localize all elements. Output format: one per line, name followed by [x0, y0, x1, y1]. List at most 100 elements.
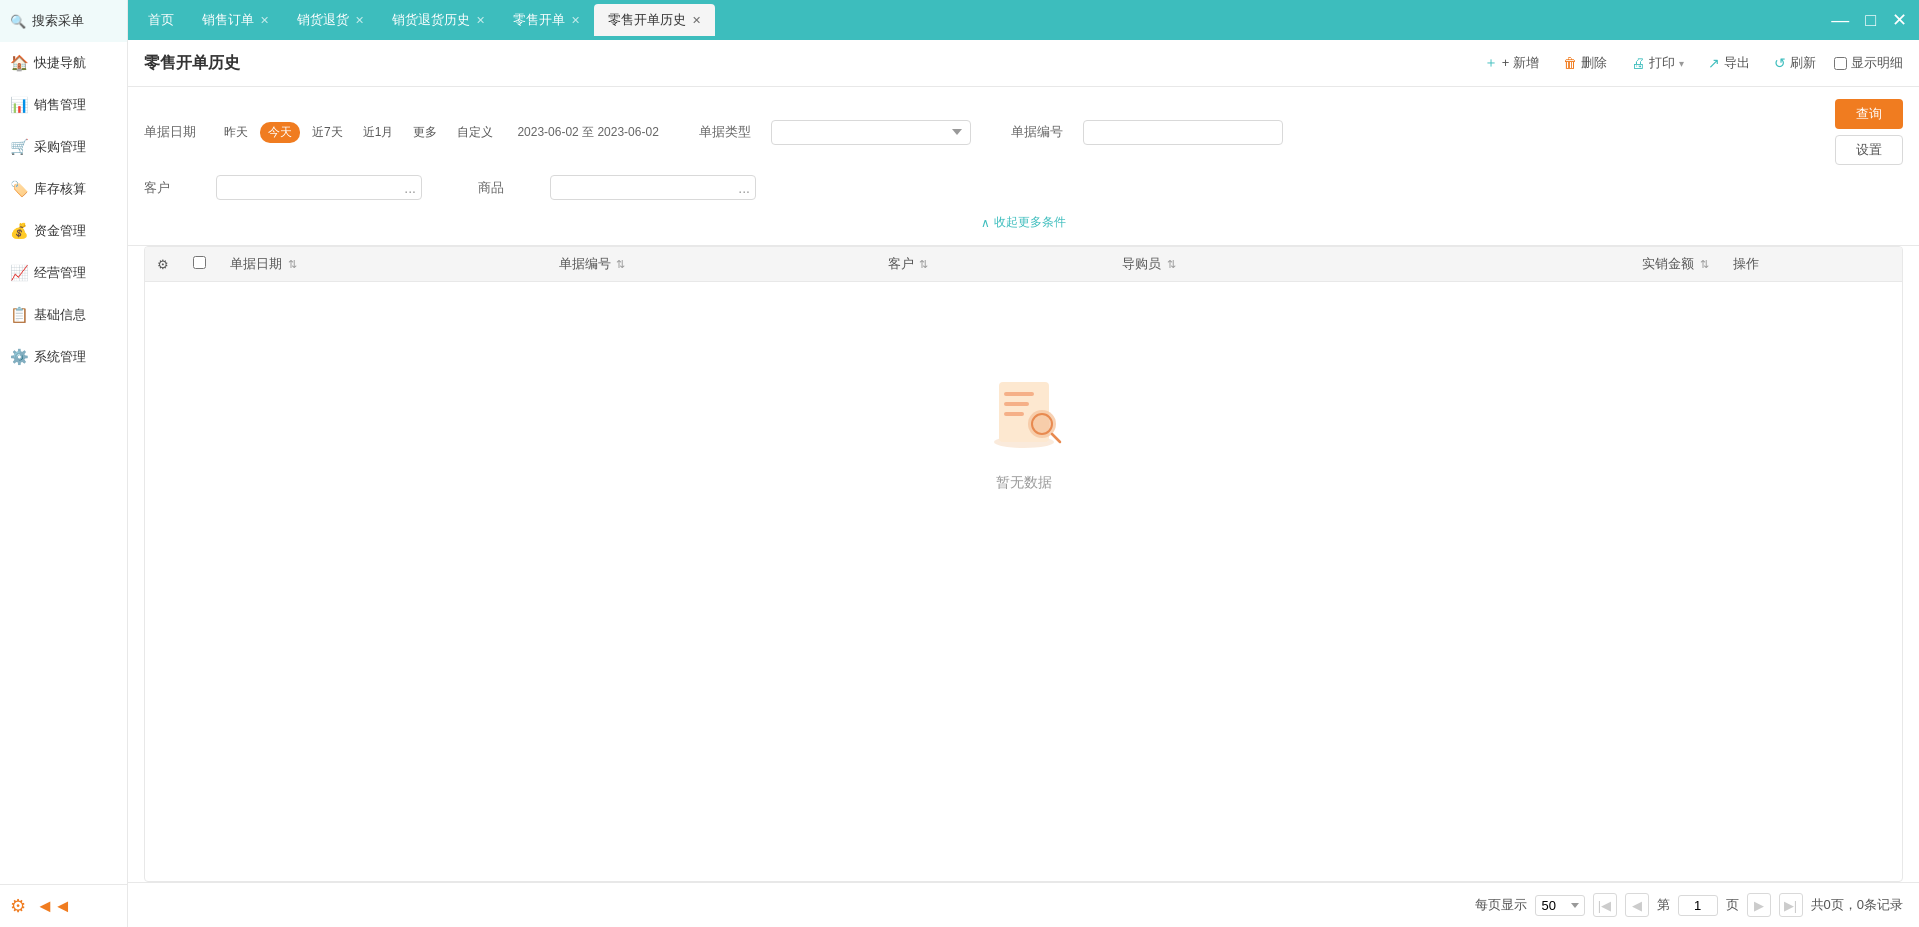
sidebar-item-operations[interactable]: 📈 经营管理: [0, 252, 127, 294]
total-text: 共0页，0条记录: [1811, 896, 1903, 914]
tab-sales-return-close[interactable]: ✕: [355, 14, 364, 27]
shortcut-yesterday[interactable]: 昨天: [216, 122, 256, 143]
th-no[interactable]: 单据编号 ⇅: [547, 247, 876, 282]
tab-sales-return-history[interactable]: 销货退货历史 ✕: [378, 4, 499, 36]
filter-area: 单据日期 昨天 今天 近7天 近1月 更多 自定义 2023-06-02 至 2…: [128, 87, 1919, 246]
add-label: + 新增: [1502, 54, 1539, 72]
order-no-label: 单据编号: [1011, 123, 1067, 141]
export-button[interactable]: ↗ 导出: [1702, 50, 1756, 76]
window-minimize-button[interactable]: —: [1825, 8, 1855, 33]
th-date[interactable]: 单据日期 ⇅: [218, 247, 547, 282]
order-no-input[interactable]: [1083, 120, 1283, 145]
settings-button[interactable]: 设置: [1835, 135, 1903, 165]
print-button[interactable]: 🖨 打印 ▾: [1625, 50, 1690, 76]
th-settings[interactable]: ⚙: [145, 247, 181, 282]
print-label: 打印: [1649, 54, 1675, 72]
add-button[interactable]: ＋ + 新增: [1478, 50, 1545, 76]
refresh-label: 刷新: [1790, 54, 1816, 72]
delete-button[interactable]: 🗑 删除: [1557, 50, 1613, 76]
sales-icon: 📊: [10, 96, 28, 114]
amount-sort-icon: ⇅: [1700, 258, 1709, 270]
tab-sales-return[interactable]: 销货退货 ✕: [283, 4, 378, 36]
goods-dots-icon[interactable]: ...: [738, 180, 750, 196]
sidebar-item-system[interactable]: ⚙️ 系统管理: [0, 336, 127, 378]
page-suffix-label: 页: [1726, 896, 1739, 914]
sidebar-item-label: 基础信息: [34, 306, 86, 324]
print-dropdown-icon[interactable]: ▾: [1679, 58, 1684, 69]
page-next-button[interactable]: ▶: [1747, 893, 1771, 917]
page-prev-button[interactable]: ◀: [1625, 893, 1649, 917]
window-close-button[interactable]: ✕: [1886, 7, 1913, 33]
page-number-input[interactable]: 1: [1678, 895, 1718, 916]
query-actions: 查询 设置: [1835, 99, 1903, 165]
page-last-button[interactable]: ▶|: [1779, 893, 1803, 917]
tab-sales-return-history-label: 销货退货历史: [392, 11, 470, 29]
pagination: 每页显示 50 20 100 200 |◀ ◀ 第 1 页 ▶ ▶| 共0页，0…: [128, 882, 1919, 927]
sidebar-item-basic-info[interactable]: 📋 基础信息: [0, 294, 127, 336]
per-page-label: 每页显示: [1475, 896, 1527, 914]
export-icon: ↗: [1708, 55, 1720, 71]
th-customer[interactable]: 客户 ⇅: [876, 247, 1110, 282]
shortcut-7days[interactable]: 近7天: [304, 122, 351, 143]
empty-state: 暂无数据: [145, 282, 1902, 572]
sidebar-item-label: 库存核算: [34, 180, 86, 198]
shortcut-custom[interactable]: 自定义: [449, 122, 501, 143]
refresh-button[interactable]: ↺ 刷新: [1768, 50, 1822, 76]
shortcut-more[interactable]: 更多: [405, 122, 445, 143]
sidebar-item-sales-mgmt[interactable]: 📊 销售管理: [0, 84, 127, 126]
tab-sales-return-history-close[interactable]: ✕: [476, 14, 485, 27]
per-page-select[interactable]: 50 20 100 200: [1535, 895, 1585, 916]
sidebar-item-label: 系统管理: [34, 348, 86, 366]
page-prefix-label: 第: [1657, 896, 1670, 914]
tab-retail-order-label: 零售开单: [513, 11, 565, 29]
purchase-icon: 🛒: [10, 138, 28, 156]
tab-home-label: 首页: [148, 11, 174, 29]
tab-bar: 首页 销售订单 ✕ 销货退货 ✕ 销货退货历史 ✕ 零售开单 ✕ 零售开单历史 …: [128, 0, 1919, 40]
sidebar-item-purchase-mgmt[interactable]: 🛒 采购管理: [0, 126, 127, 168]
sidebar-item-quick-nav[interactable]: 🏠 快捷导航: [0, 42, 127, 84]
customer-input[interactable]: [216, 175, 422, 200]
order-type-wrapper: [771, 120, 971, 145]
display-detail-checkbox[interactable]: 显示明细: [1834, 54, 1903, 72]
tab-retail-order-close[interactable]: ✕: [571, 14, 580, 27]
no-sort-icon: ⇅: [616, 258, 625, 270]
goods-input[interactable]: [550, 175, 756, 200]
toolbar: ＋ + 新增 🗑 删除 🖨 打印 ▾ ↗ 导出 ↺: [1478, 50, 1903, 76]
svg-rect-4: [1004, 412, 1024, 416]
export-label: 导出: [1724, 54, 1750, 72]
inventory-icon: 🏷️: [10, 180, 28, 198]
shortcut-today[interactable]: 今天: [260, 122, 300, 143]
th-salesperson[interactable]: 导购员 ⇅: [1110, 247, 1392, 282]
tab-sales-order-close[interactable]: ✕: [260, 14, 269, 27]
sidebar-item-inventory[interactable]: 🏷️ 库存核算: [0, 168, 127, 210]
settings-icon[interactable]: ⚙: [157, 257, 169, 272]
svg-rect-2: [1004, 392, 1034, 396]
sidebar-gear-button[interactable]: ⚙: [10, 895, 26, 917]
tab-sales-order[interactable]: 销售订单 ✕: [188, 4, 283, 36]
sidebar-item-label: 采购管理: [34, 138, 86, 156]
sidebar-item-finance[interactable]: 💰 资金管理: [0, 210, 127, 252]
th-checkbox[interactable]: [181, 247, 218, 282]
collapse-filter-button[interactable]: ∧ 收起更多条件: [144, 210, 1903, 239]
page-first-button[interactable]: |◀: [1593, 893, 1617, 917]
svg-rect-3: [1004, 402, 1029, 406]
select-all-checkbox[interactable]: [193, 256, 206, 269]
query-button[interactable]: 查询: [1835, 99, 1903, 129]
tab-retail-order[interactable]: 零售开单 ✕: [499, 4, 594, 36]
basic-info-icon: 📋: [10, 306, 28, 324]
tab-retail-order-history[interactable]: 零售开单历史 ✕: [594, 4, 715, 36]
tab-sales-order-label: 销售订单: [202, 11, 254, 29]
shortcut-1month[interactable]: 近1月: [355, 122, 402, 143]
sidebar-search[interactable]: 🔍 搜索采单: [0, 0, 127, 42]
sidebar-collapse-button[interactable]: ◄◄: [36, 896, 72, 917]
table-header-row: ⚙ 单据日期 ⇅ 单据编号 ⇅: [145, 247, 1902, 282]
window-maximize-button[interactable]: □: [1859, 8, 1882, 33]
th-amount[interactable]: 实销金额 ⇅: [1392, 247, 1721, 282]
tab-home[interactable]: 首页: [134, 4, 188, 36]
order-type-select[interactable]: [771, 120, 971, 145]
sidebar-item-label: 销售管理: [34, 96, 86, 114]
customer-dots-icon[interactable]: ...: [404, 180, 416, 196]
display-detail-label: 显示明细: [1851, 54, 1903, 72]
tab-retail-order-history-close[interactable]: ✕: [692, 14, 701, 27]
display-detail-input[interactable]: [1834, 57, 1847, 70]
